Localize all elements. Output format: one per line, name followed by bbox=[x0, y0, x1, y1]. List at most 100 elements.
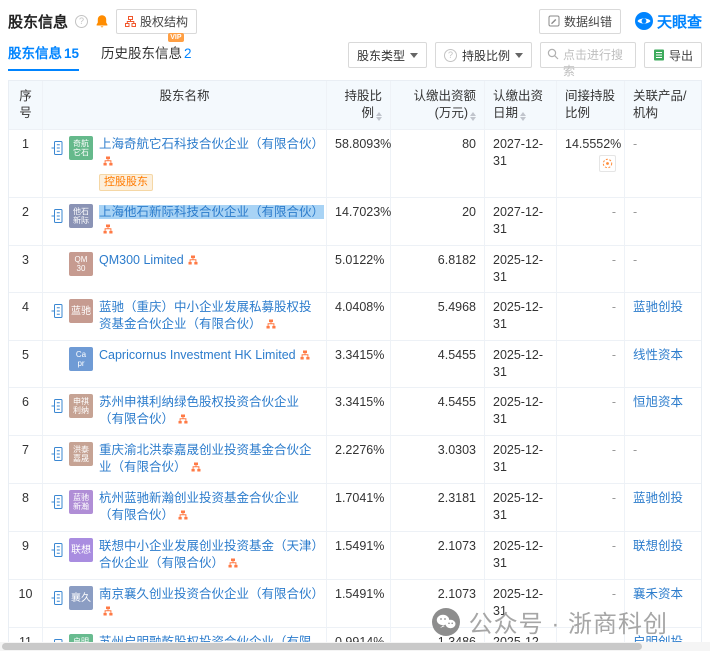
data-correction-button[interactable]: 数据纠错 bbox=[538, 8, 621, 34]
expand-icon[interactable] bbox=[51, 303, 63, 324]
sort-icon[interactable] bbox=[470, 112, 476, 121]
date-value: 2025-12-31 bbox=[485, 388, 557, 435]
shareholder-name-link[interactable]: 上海奇航它石科技合伙企业（有限合伙） bbox=[99, 137, 324, 151]
scrollbar-thumb[interactable] bbox=[2, 643, 642, 650]
shareholder-avatar: 奇航 它石 bbox=[69, 136, 93, 160]
column-header-date[interactable]: 认缴出资日期 bbox=[485, 81, 557, 129]
amount-value: 2.1073 bbox=[391, 580, 485, 627]
shareholder-avatar: 襄久 bbox=[69, 586, 93, 610]
tab-current-shareholders[interactable]: 股东信息 15 bbox=[8, 42, 80, 71]
spreadsheet-icon bbox=[653, 49, 665, 61]
tab-count: 2 bbox=[184, 46, 192, 61]
column-header-index: 序号 bbox=[9, 81, 43, 129]
amount-value: 4.5455 bbox=[391, 388, 485, 435]
shareholder-name-link[interactable]: 苏州申祺利纳绿色股权投资合伙企业（有限合伙） bbox=[99, 395, 299, 426]
date-value: 2025-12-31 bbox=[485, 436, 557, 483]
expand-icon[interactable] bbox=[51, 590, 63, 611]
avatar-text: pr bbox=[77, 359, 85, 368]
column-header-amount[interactable]: 认缴出资额(万元) bbox=[391, 81, 485, 129]
related-link[interactable]: - bbox=[633, 205, 637, 219]
table-row: 8 蓝驰 新瀚 杭州蓝驰新瀚创业投资基金合伙企业（有限合伙） 1.7041% 2… bbox=[9, 484, 701, 532]
ratio-filter-dropdown[interactable]: 持股比例 bbox=[434, 42, 532, 68]
shareholder-tabs: 股东信息 15 VIP 历史股东信息 2 bbox=[8, 33, 192, 71]
expand-icon[interactable] bbox=[51, 398, 63, 419]
sort-icon[interactable] bbox=[520, 112, 527, 121]
row-index: 9 bbox=[9, 532, 43, 579]
shareholder-name-link[interactable]: 杭州蓝驰新瀚创业投资基金合伙企业（有限合伙） bbox=[99, 491, 299, 522]
equity-mini-icon[interactable] bbox=[103, 154, 113, 171]
shareholder-table: 序号 股东名称 持股比例 认缴出资额(万元) 认缴出资日期 间接持股比例 关联产… bbox=[8, 80, 702, 651]
shareholder-name-link[interactable]: 南京襄久创业投资合伙企业（有限合伙） bbox=[99, 587, 324, 601]
shareholder-name-link[interactable]: 重庆渝北洪泰嘉晟创业投资基金合伙企业（有限合伙） bbox=[99, 443, 312, 474]
related-link[interactable]: 蓝驰创投 bbox=[633, 491, 683, 505]
equity-mini-icon[interactable] bbox=[103, 604, 113, 621]
related-link[interactable]: 蓝驰创投 bbox=[633, 300, 683, 314]
ratio-value: 2.2276% bbox=[327, 436, 391, 483]
table-row: 10 襄久 南京襄久创业投资合伙企业（有限合伙） 1.5491% 2.1073 … bbox=[9, 580, 701, 628]
equity-mini-icon[interactable] bbox=[228, 556, 238, 573]
shareholder-name-link[interactable]: QM300 Limited bbox=[99, 253, 184, 267]
equity-mini-icon[interactable] bbox=[188, 253, 198, 270]
equity-mini-icon[interactable] bbox=[178, 412, 188, 429]
amount-value: 5.4968 bbox=[391, 293, 485, 340]
tab-history-shareholders[interactable]: VIP 历史股东信息 2 bbox=[101, 33, 192, 71]
indirect-detail-icon[interactable] bbox=[599, 155, 616, 172]
expand-icon[interactable] bbox=[51, 446, 63, 467]
date-value: 2025-12-31 bbox=[485, 246, 557, 292]
indirect-value: - bbox=[611, 443, 616, 457]
indirect-value: - bbox=[611, 395, 616, 409]
equity-mini-icon[interactable] bbox=[300, 348, 310, 365]
indirect-value: - bbox=[611, 300, 616, 314]
avatar-text: 它石 bbox=[73, 148, 89, 157]
expand-icon[interactable] bbox=[51, 140, 63, 161]
export-button[interactable]: 导出 bbox=[643, 42, 702, 68]
brand-name: 天眼查 bbox=[656, 13, 702, 31]
related-link[interactable]: 恒旭资本 bbox=[633, 395, 683, 409]
related-link[interactable]: 襄禾资本 bbox=[633, 587, 683, 601]
shareholder-name-link[interactable]: Capricornus Investment HK Limited bbox=[99, 348, 296, 362]
horizontal-scrollbar[interactable] bbox=[0, 642, 710, 651]
shareholder-name-link[interactable]: 上海他石新际科技合伙企业（有限合伙） bbox=[99, 205, 325, 219]
ratio-value: 5.0122% bbox=[327, 246, 391, 292]
related-link[interactable]: - bbox=[633, 137, 637, 151]
row-index: 6 bbox=[9, 388, 43, 435]
indirect-value: - bbox=[611, 587, 616, 601]
expand-icon[interactable] bbox=[51, 208, 63, 229]
shareholder-name-link[interactable]: 蓝驰（重庆）中小企业发展私募股权投资基金合伙企业（有限合伙） bbox=[99, 300, 312, 331]
chevron-down-icon bbox=[514, 52, 523, 58]
date-value: 2027-12-31 bbox=[485, 130, 557, 197]
amount-value: 4.5455 bbox=[391, 341, 485, 387]
equity-mini-icon[interactable] bbox=[103, 222, 113, 239]
row-index: 8 bbox=[9, 484, 43, 531]
expand-icon[interactable] bbox=[51, 542, 63, 563]
indirect-value: - bbox=[611, 348, 616, 362]
avatar-text: 30 bbox=[76, 264, 86, 273]
indirect-value: - bbox=[611, 491, 616, 505]
avatar-text: 嘉晟 bbox=[73, 454, 89, 463]
shareholder-name-link[interactable]: 联想中小企业发展创业投资基金（天津）合伙企业（有限合伙） bbox=[99, 539, 318, 570]
sort-icon[interactable] bbox=[376, 112, 382, 121]
data-correction-label: 数据纠错 bbox=[563, 14, 612, 29]
shareholder-type-dropdown[interactable]: 股东类型 bbox=[347, 42, 427, 68]
help-icon[interactable] bbox=[75, 14, 89, 28]
bell-icon[interactable] bbox=[95, 14, 109, 29]
avatar-text: 新际 bbox=[73, 216, 89, 225]
equity-structure-button[interactable]: 股权结构 bbox=[116, 8, 198, 34]
avatar-text: QM bbox=[74, 255, 88, 264]
related-link[interactable]: 线性资本 bbox=[633, 348, 683, 362]
row-index: 2 bbox=[9, 198, 43, 245]
ratio-value: 14.7023% bbox=[327, 198, 391, 245]
equity-mini-icon[interactable] bbox=[266, 317, 276, 334]
search-input[interactable]: 点击进行搜索 bbox=[539, 42, 636, 78]
column-header-ratio[interactable]: 持股比例 bbox=[327, 81, 391, 129]
column-header-name: 股东名称 bbox=[43, 81, 327, 129]
related-link[interactable]: - bbox=[633, 253, 637, 267]
table-row: 1 奇航 它石 上海奇航它石科技合伙企业（有限合伙） 控股股东 58.8093%… bbox=[9, 130, 701, 198]
equity-mini-icon[interactable] bbox=[191, 460, 201, 477]
date-value: 2025-12-31 bbox=[485, 532, 557, 579]
equity-mini-icon[interactable] bbox=[178, 508, 188, 525]
related-link[interactable]: 联想创投 bbox=[633, 539, 683, 553]
ratio-value: 3.3415% bbox=[327, 341, 391, 387]
related-link[interactable]: - bbox=[633, 443, 637, 457]
expand-icon[interactable] bbox=[51, 494, 63, 515]
